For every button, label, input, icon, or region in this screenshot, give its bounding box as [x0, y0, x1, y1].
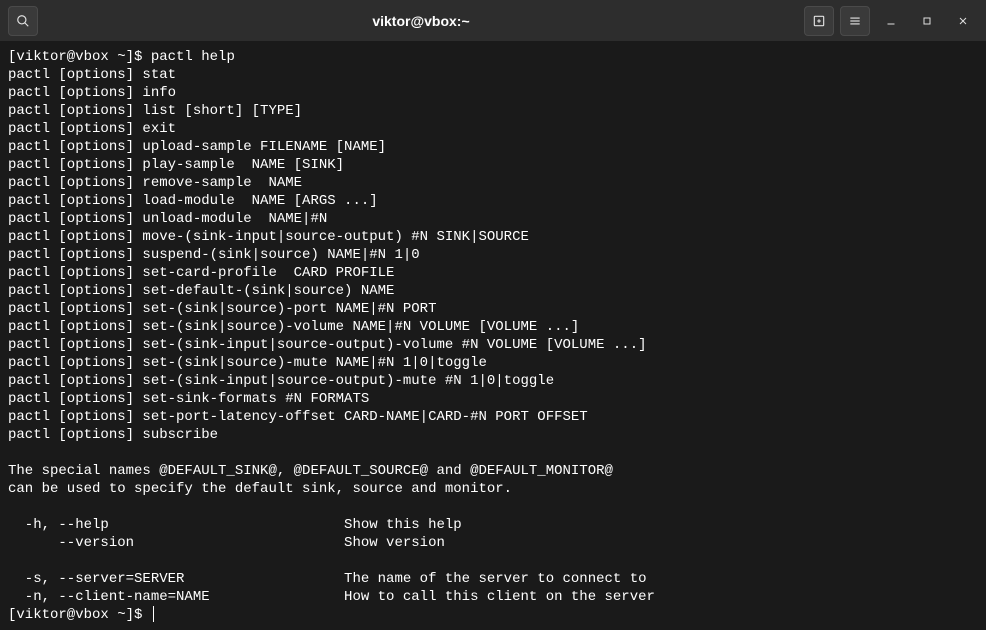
command-1: pactl help: [151, 49, 235, 65]
tab-icon: [812, 14, 826, 28]
search-icon: [16, 14, 30, 28]
minimize-button[interactable]: [876, 6, 906, 36]
maximize-icon: [921, 15, 933, 27]
prompt-2: [viktor@vbox ~]$: [8, 607, 151, 623]
search-button[interactable]: [8, 6, 38, 36]
titlebar: viktor@vbox:~: [0, 0, 986, 42]
hamburger-icon: [848, 14, 862, 28]
close-icon: [957, 15, 969, 27]
prompt-line-1: [viktor@vbox ~]$ pactl help: [8, 49, 235, 65]
minimize-icon: [885, 15, 897, 27]
new-tab-button[interactable]: [804, 6, 834, 36]
terminal-body[interactable]: [viktor@vbox ~]$ pactl help pactl [optio…: [0, 42, 986, 630]
maximize-button[interactable]: [912, 6, 942, 36]
titlebar-right: [804, 6, 978, 36]
terminal-output: pactl [options] stat pactl [options] inf…: [8, 67, 655, 605]
menu-button[interactable]: [840, 6, 870, 36]
titlebar-left: [8, 6, 38, 36]
prompt-line-2: [viktor@vbox ~]$: [8, 607, 151, 623]
window-title: viktor@vbox:~: [38, 13, 804, 29]
prompt-1: [viktor@vbox ~]$: [8, 49, 151, 65]
cursor: [153, 606, 154, 622]
close-button[interactable]: [948, 6, 978, 36]
